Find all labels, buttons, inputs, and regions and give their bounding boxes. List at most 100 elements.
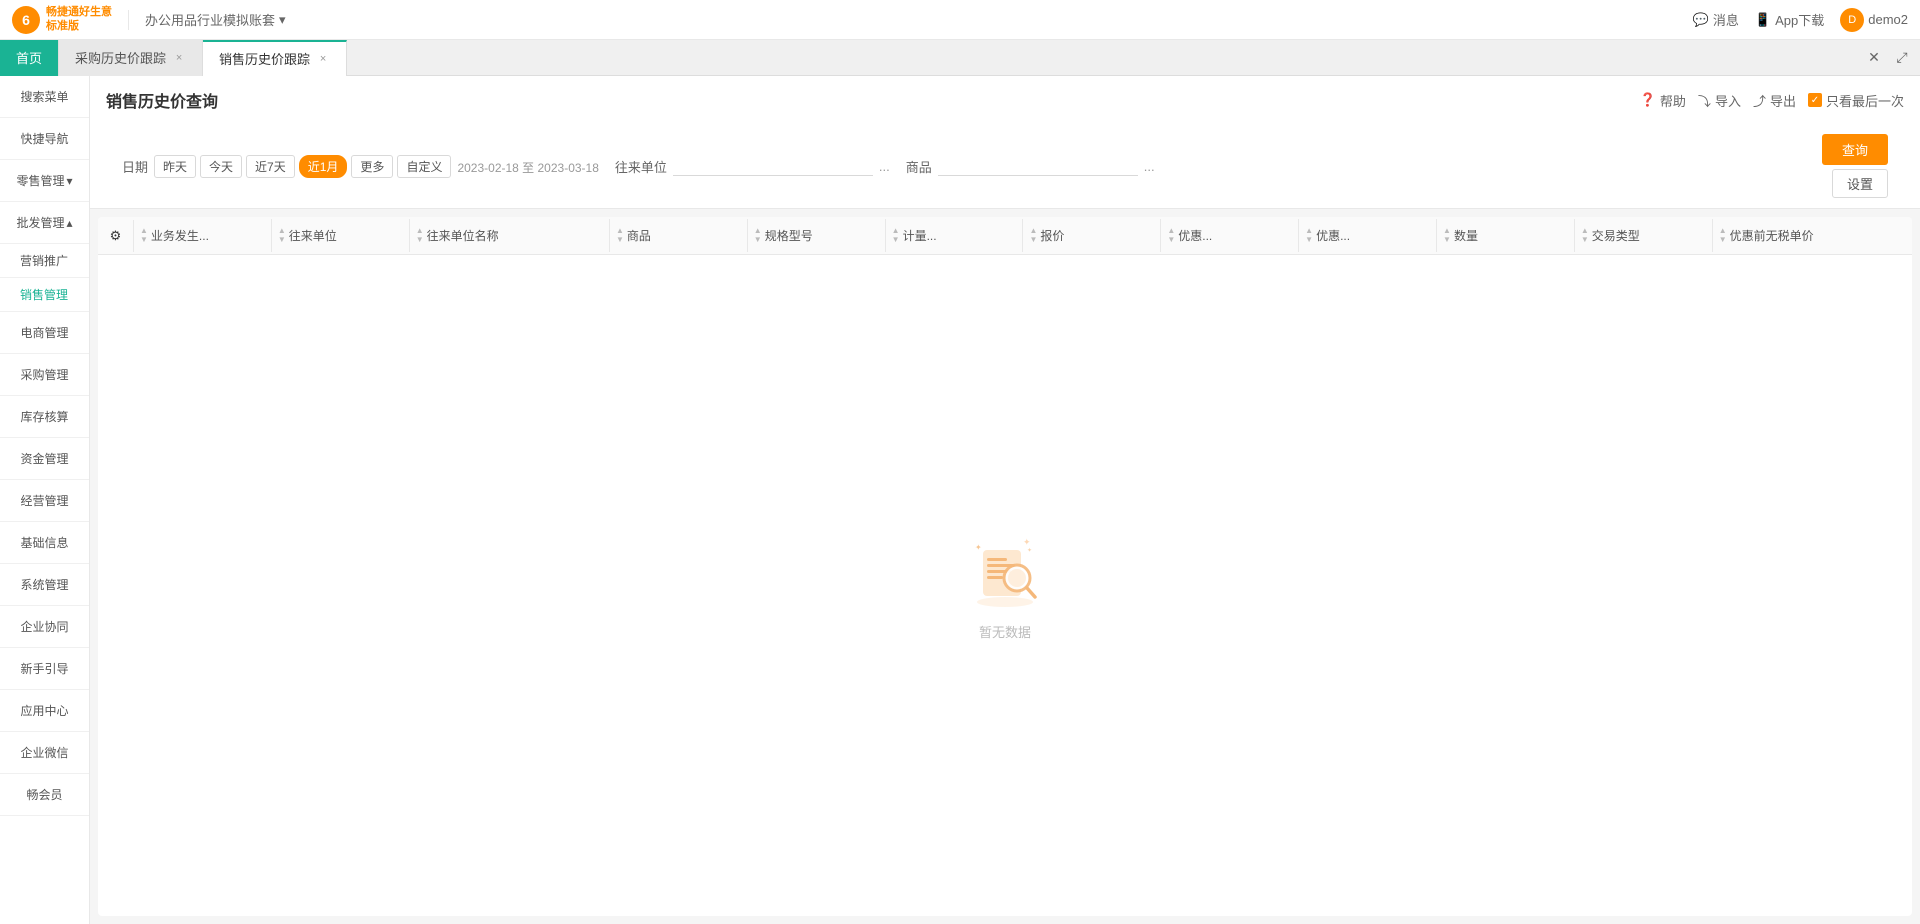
partner-label: 往来单位 [615,157,667,176]
sidebar-item-system[interactable]: 系统管理 [0,564,89,606]
app-download-button[interactable]: 📱 App下载 [1755,10,1824,29]
date-btn-1month[interactable]: 近1月 [299,155,348,178]
message-button[interactable]: 💬 消息 [1693,10,1739,29]
date-btn-today[interactable]: 今天 [200,155,242,178]
logo-icon: 6 [12,6,40,34]
help-button[interactable]: ❓ 帮助 [1640,91,1686,110]
sort-arrows-partner[interactable]: ▲ ▼ [278,227,286,244]
sort-arrows-spec[interactable]: ▲ ▼ [754,227,762,244]
only-last-checkbox[interactable]: ✓ 只看最后一次 [1808,91,1904,110]
partner-input[interactable] [673,156,873,176]
export-icon: ⤴ [1753,91,1766,110]
th-discount1: ▲ ▼ 优惠... [1161,219,1299,252]
sort-arrows-partner-name[interactable]: ▲ ▼ [416,227,424,244]
tab-purchase-close[interactable]: × [172,51,186,65]
sort-arrows-goods[interactable]: ▲ ▼ [616,227,624,244]
main-layout: 搜索菜单 快捷导航 零售管理 ▾ 批发管理 ▴ 营销推广 销售管理 电商管理 采… [0,76,1920,924]
sidebar-item-apps[interactable]: 应用中心 [0,690,89,732]
tab-sales-close[interactable]: × [316,52,330,66]
sort-arrows-qty[interactable]: ▲ ▼ [1443,227,1451,244]
sidebar-item-operation[interactable]: 经营管理 [0,480,89,522]
chevron-down-icon: ▾ [279,12,286,28]
logo-initial: 6 [22,12,30,28]
sidebar-item-newuser[interactable]: 新手引导 [0,648,89,690]
date-filter-group: 日期 昨天 今天 近7天 近1月 更多 自定义 2023-02-18 至 202… [122,155,599,178]
partner-expand-btn[interactable]: ... [879,159,890,174]
logo-text: 畅捷通好生意 标准版 [46,6,112,32]
tab-purchase-history[interactable]: 采购历史价跟踪 × [59,40,203,76]
sidebar-item-wechat[interactable]: 企业微信 [0,732,89,774]
sidebar-item-ecommerce[interactable]: 电商管理 [0,312,89,354]
tab-home-label: 首页 [16,48,42,67]
th-price: ▲ ▼ 报价 [1023,219,1161,252]
sort-arrows-unit[interactable]: ▲ ▼ [892,227,900,244]
sidebar-item-marketing[interactable]: 营销推广 [0,244,89,278]
maximize-window-button[interactable]: ⤢ [1892,48,1912,68]
goods-input[interactable] [938,156,1138,176]
sort-arrows-date[interactable]: ▲ ▼ [140,227,148,244]
date-btn-more[interactable]: 更多 [351,155,393,178]
import-button[interactable]: ⤵ 导入 [1698,91,1741,110]
svg-text:✦: ✦ [975,543,982,552]
export-button[interactable]: ⤴ 导出 [1753,91,1796,110]
sort-arrows-discount1[interactable]: ▲ ▼ [1167,227,1175,244]
th-partner-name: ▲ ▼ 往来单位名称 [410,219,610,252]
tabbar-actions: ✕ ⤢ [1864,48,1920,68]
sidebar-item-retail[interactable]: 零售管理 ▾ [0,160,89,202]
sidebar: 搜索菜单 快捷导航 零售管理 ▾ 批发管理 ▴ 营销推广 销售管理 电商管理 采… [0,76,90,924]
date-btn-custom[interactable]: 自定义 [397,155,451,178]
date-buttons: 昨天 今天 近7天 近1月 更多 自定义 [154,155,451,178]
th-pretax-price: ▲ ▼ 优惠前无税单价 [1713,219,1912,252]
close-window-button[interactable]: ✕ [1864,48,1884,68]
svg-text:✦: ✦ [1023,537,1031,547]
th-trade-type: ▲ ▼ 交易类型 [1575,219,1713,252]
topbar-left: 6 畅捷通好生意 标准版 办公用品行业模拟账套 ▾ [12,6,286,34]
tab-sales-history[interactable]: 销售历史价跟踪 × [203,40,347,76]
sidebar-item-wholesale[interactable]: 批发管理 ▴ [0,202,89,244]
table-settings-icon[interactable]: ⚙ [98,220,134,252]
sort-arrows-pretax[interactable]: ▲ ▼ [1719,227,1727,244]
date-label: 日期 [122,157,148,176]
date-btn-yesterday[interactable]: 昨天 [154,155,196,178]
setting-button[interactable]: 设置 [1832,169,1888,198]
th-goods: ▲ ▼ 商品 [610,219,748,252]
org-name: 办公用品行业模拟账套 [145,10,275,29]
th-unit: ▲ ▼ 计量... [886,219,1024,252]
filter-row: 日期 昨天 今天 近7天 近1月 更多 自定义 2023-02-18 至 202… [106,124,1904,208]
tabbar: 首页 采购历史价跟踪 × 销售历史价跟踪 × ✕ ⤢ [0,40,1920,76]
import-icon: ⤵ [1698,91,1711,110]
filter-right-actions: 查询 设置 [1822,134,1888,198]
svg-text:✦: ✦ [1027,547,1032,554]
goods-expand-btn[interactable]: ... [1144,159,1155,174]
sort-arrows-price[interactable]: ▲ ▼ [1029,227,1037,244]
goods-label: 商品 [906,157,932,176]
sidebar-item-basics[interactable]: 基础信息 [0,522,89,564]
th-date: ▲ ▼ 业务发生... [134,219,272,252]
chevron-up-icon: ▴ [66,216,72,230]
date-btn-7days[interactable]: 近7天 [246,155,295,178]
logo-area: 6 畅捷通好生意 标准版 [12,6,112,34]
org-selector[interactable]: 办公用品行业模拟账套 ▾ [145,10,286,29]
tab-home[interactable]: 首页 [0,40,59,76]
sidebar-item-finance[interactable]: 资金管理 [0,438,89,480]
sidebar-item-member[interactable]: 畅会员 [0,774,89,816]
th-partner-code: ▲ ▼ 往来单位 [272,219,410,252]
table-area: ⚙ ▲ ▼ 业务发生... ▲ ▼ 往来单位 [98,217,1912,916]
page-title: 销售历史价查询 [106,88,218,112]
sidebar-item-sales[interactable]: 销售管理 [0,278,89,312]
query-button[interactable]: 查询 [1822,134,1888,165]
date-range-display: 2023-02-18 至 2023-03-18 [457,159,598,176]
sort-arrows-discount2[interactable]: ▲ ▼ [1305,227,1313,244]
sort-arrows-trade[interactable]: ▲ ▼ [1581,227,1589,244]
user-menu-button[interactable]: D demo2 [1840,8,1908,32]
sidebar-item-search[interactable]: 搜索菜单 [0,76,89,118]
goods-filter-group: 商品 ... [906,156,1155,176]
sidebar-item-enterprise[interactable]: 企业协同 [0,606,89,648]
gear-icon: ⚙ [110,228,122,244]
sidebar-item-quicknav[interactable]: 快捷导航 [0,118,89,160]
sidebar-item-inventory[interactable]: 库存核算 [0,396,89,438]
tab-sales-label: 销售历史价跟踪 [219,49,310,68]
empty-state: ✦ ✦ ✦ 暂无数据 [98,255,1912,916]
page-title-row: 销售历史价查询 ❓ 帮助 ⤵ 导入 ⤴ 导出 ✓ [106,88,1904,112]
sidebar-item-purchase[interactable]: 采购管理 [0,354,89,396]
